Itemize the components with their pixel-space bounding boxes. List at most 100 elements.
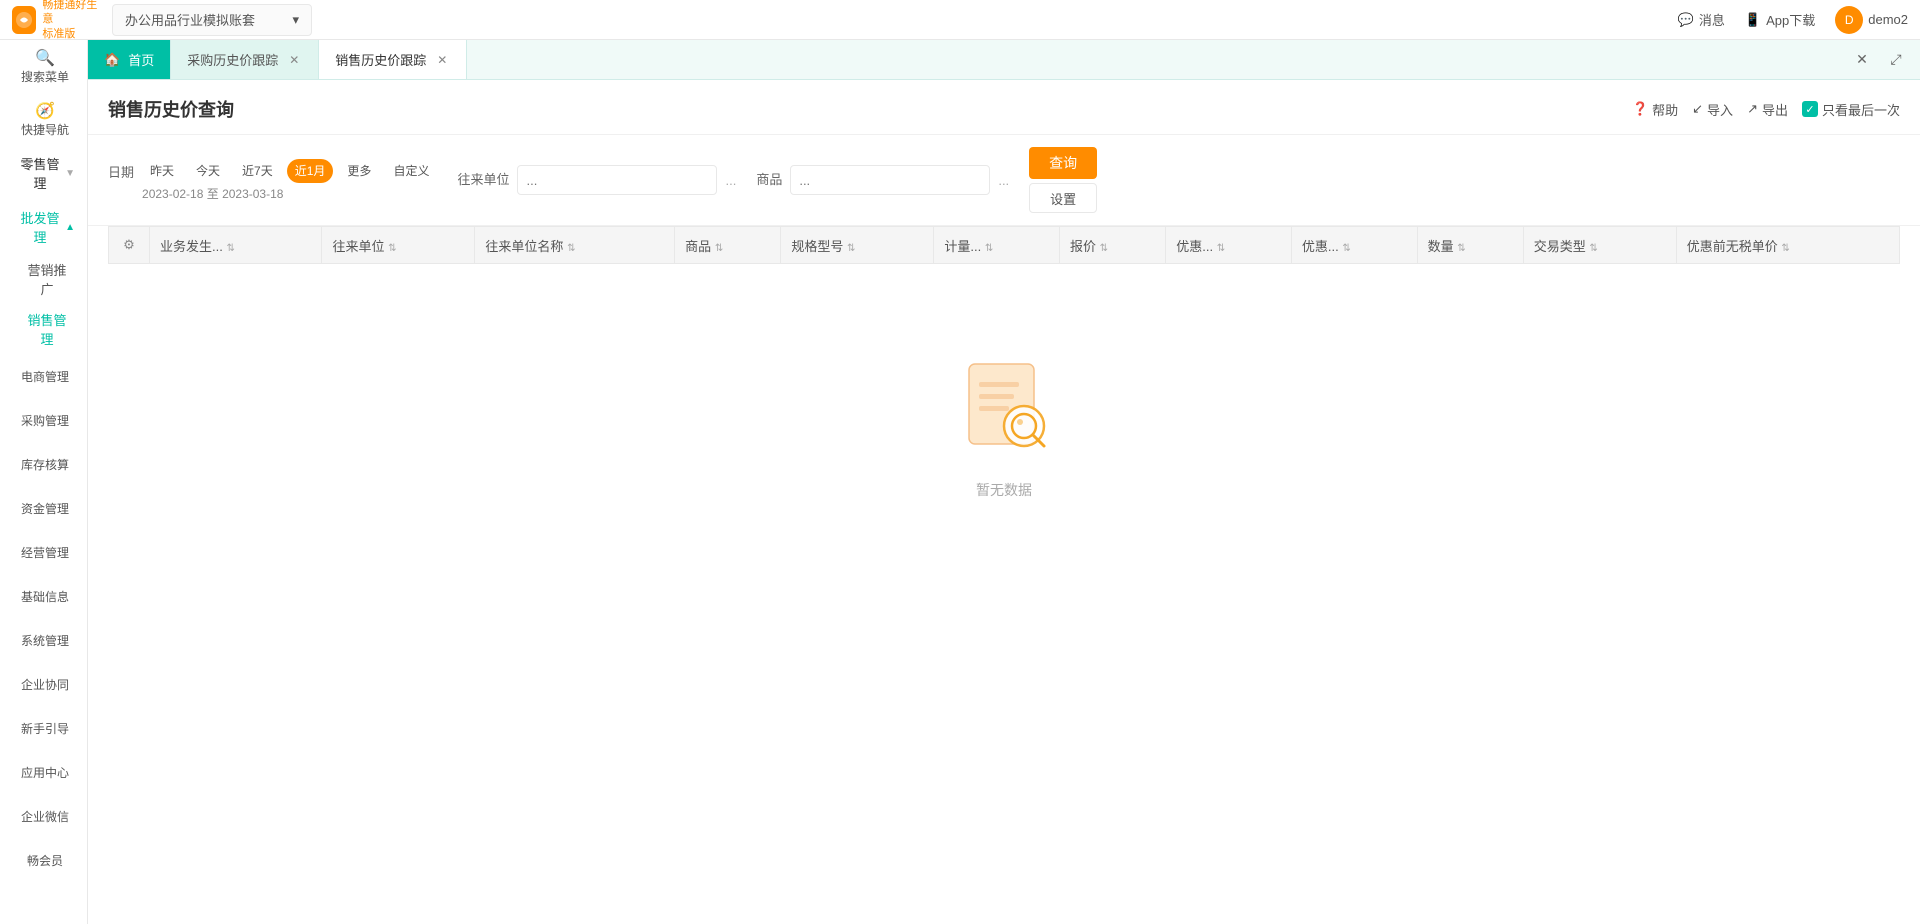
home-icon: 🏠 — [104, 52, 120, 68]
partner-input[interactable] — [517, 165, 717, 195]
logo-area: 畅捷通好生意 标准版 — [12, 0, 100, 41]
page-content: 销售历史价查询 ❓ 帮助 ↙ 导入 ↗ 导出 ✓ — [88, 80, 1920, 924]
table-header: ⚙ 业务发生... ⇅ 往来单位 ⇅ 往来单位名称 — [109, 227, 1900, 264]
settings-gear-icon[interactable]: ⚙ — [119, 235, 139, 255]
help-action[interactable]: ❓ 帮助 — [1632, 100, 1678, 119]
sidebar-item-guide[interactable]: 新手引导 — [0, 706, 87, 750]
goods-dots-icon[interactable]: ... — [998, 173, 1009, 188]
goods-input[interactable] — [790, 165, 990, 195]
sort-spec-icon: ⇅ — [847, 243, 855, 254]
app-download-action[interactable]: 📱 App下载 — [1745, 10, 1815, 29]
col-unit[interactable]: 计量... ⇅ — [934, 227, 1060, 264]
sort-quote-icon: ⇅ — [1100, 243, 1108, 254]
col-spec[interactable]: 规格型号 ⇅ — [781, 227, 934, 264]
message-action[interactable]: 💬 消息 — [1678, 10, 1725, 29]
sidebar-item-sales-mgmt[interactable]: 销售管理 — [0, 304, 87, 354]
col-biz-date[interactable]: 业务发生... ⇅ — [150, 227, 322, 264]
maximize-icon[interactable]: ⤢ — [1884, 48, 1908, 72]
col-discount2[interactable]: 优惠... ⇅ — [1291, 227, 1417, 264]
export-action[interactable]: ↗ 导出 — [1747, 100, 1788, 119]
tab-sales-history-close-icon[interactable]: ✕ — [434, 52, 450, 68]
sidebar: 🔍 搜索菜单 🧭 快捷导航 零售管理 ▼ 批发管理 ▲ 营销推广 销售管理 电商… — [0, 40, 88, 924]
help-icon: ❓ — [1632, 101, 1648, 117]
close-tab-icon[interactable]: ✕ — [1850, 48, 1874, 72]
tab-sales-history[interactable]: 销售历史价跟踪 ✕ — [319, 40, 467, 79]
query-button[interactable]: 查询 — [1029, 147, 1097, 179]
col-discount1[interactable]: 优惠... ⇅ — [1166, 227, 1292, 264]
sidebar-item-operations[interactable]: 经营管理 — [0, 530, 87, 574]
data-table: ⚙ 业务发生... ⇅ 往来单位 ⇅ 往来单位名称 — [108, 226, 1900, 264]
sidebar-item-cooperation[interactable]: 企业协同 — [0, 662, 87, 706]
sidebar-item-retail[interactable]: 零售管理 ▼ — [0, 146, 87, 200]
sort-partner-code-icon: ⇅ — [388, 243, 396, 254]
date-options: 昨天 今天 近7天 近1月 更多 自定义 2023-02-18 至 2023-0… — [142, 159, 437, 202]
empty-state-icon — [944, 344, 1064, 464]
sort-trade-type-icon: ⇅ — [1589, 243, 1597, 254]
sidebar-item-search[interactable]: 🔍 搜索菜单 — [0, 40, 87, 93]
user-action[interactable]: D demo2 — [1835, 6, 1908, 34]
col-goods[interactable]: 商品 ⇅ — [675, 227, 781, 264]
partner-dots-icon[interactable]: ... — [725, 173, 736, 188]
sidebar-item-marketing[interactable]: 营销推广 — [0, 254, 87, 304]
export-icon: ↗ — [1747, 101, 1758, 117]
sidebar-item-finance[interactable]: 资金管理 — [0, 486, 87, 530]
logo-icon — [12, 6, 36, 34]
date-opt-7days[interactable]: 近7天 — [234, 159, 281, 183]
workspace-label: 办公用品行业模拟账套 — [125, 10, 255, 29]
phone-icon: 📱 — [1745, 12, 1761, 28]
col-quantity[interactable]: 数量 ⇅ — [1417, 227, 1523, 264]
sort-no-tax-price-icon: ⇅ — [1781, 243, 1789, 254]
top-right-actions: 💬 消息 📱 App下载 D demo2 — [1678, 6, 1908, 34]
date-range-text: 2023-02-18 至 2023-03-18 — [142, 185, 437, 202]
import-icon: ↙ — [1692, 101, 1703, 117]
tab-purchase-history-close-icon[interactable]: ✕ — [286, 52, 302, 68]
content-area: 🏠 首页 采购历史价跟踪 ✕ 销售历史价跟踪 ✕ ✕ ⤢ 销售历史价查询 — [88, 40, 1920, 924]
checkbox-teal-icon: ✓ — [1802, 101, 1818, 117]
col-partner-code[interactable]: 往来单位 ⇅ — [322, 227, 475, 264]
avatar: D — [1835, 6, 1863, 34]
sidebar-item-basic-info[interactable]: 基础信息 — [0, 574, 87, 618]
goods-filter-group: 商品 ... — [756, 165, 1009, 195]
import-action[interactable]: ↙ 导入 — [1692, 100, 1733, 119]
sort-unit-icon: ⇅ — [985, 243, 993, 254]
compass-icon: 🧭 — [35, 101, 55, 121]
sidebar-item-shortcut[interactable]: 🧭 快捷导航 — [0, 93, 87, 146]
sort-partner-name-icon: ⇅ — [567, 243, 575, 254]
date-opt-today[interactable]: 今天 — [188, 159, 228, 183]
sort-quantity-icon: ⇅ — [1457, 243, 1465, 254]
date-options-row: 昨天 今天 近7天 近1月 更多 自定义 — [142, 159, 437, 183]
col-settings: ⚙ — [109, 227, 150, 264]
tab-purchase-history[interactable]: 采购历史价跟踪 ✕ — [171, 40, 319, 79]
sidebar-item-ecommerce[interactable]: 电商管理 — [0, 354, 87, 398]
page-header-actions: ❓ 帮助 ↙ 导入 ↗ 导出 ✓ 只看最后一次 — [1632, 100, 1900, 119]
sidebar-item-app-center[interactable]: 应用中心 — [0, 750, 87, 794]
retail-caret-icon: ▼ — [65, 168, 75, 179]
page-header: 销售历史价查询 ❓ 帮助 ↙ 导入 ↗ 导出 ✓ — [88, 80, 1920, 135]
col-partner-name[interactable]: 往来单位名称 ⇅ — [475, 227, 675, 264]
settings-button[interactable]: 设置 — [1029, 183, 1097, 213]
date-opt-yesterday[interactable]: 昨天 — [142, 159, 182, 183]
tab-home[interactable]: 🏠 首页 — [88, 40, 171, 79]
message-icon: 💬 — [1678, 12, 1694, 28]
sidebar-item-enterprise-wechat[interactable]: 企业微信 — [0, 794, 87, 838]
date-opt-custom[interactable]: 自定义 — [385, 159, 437, 183]
sidebar-item-inventory[interactable]: 库存核算 — [0, 442, 87, 486]
empty-text: 暂无数据 — [976, 480, 1032, 500]
sidebar-item-purchase[interactable]: 采购管理 — [0, 398, 87, 442]
sidebar-item-system[interactable]: 系统管理 — [0, 618, 87, 662]
date-opt-more[interactable]: 更多 — [339, 159, 379, 183]
logo-text: 畅捷通好生意 标准版 — [42, 0, 100, 41]
top-header: 畅捷通好生意 标准版 办公用品行业模拟账套 ▾ 💬 消息 📱 App下载 D d… — [0, 0, 1920, 40]
sort-biz-date-icon: ⇅ — [226, 243, 234, 254]
workspace-selector[interactable]: 办公用品行业模拟账套 ▾ — [112, 4, 312, 36]
col-quote[interactable]: 报价 ⇅ — [1060, 227, 1166, 264]
date-label: 日期 — [108, 159, 134, 187]
col-no-tax-price[interactable]: 优惠前无税单价 ⇅ — [1676, 227, 1899, 264]
sidebar-item-wholesale[interactable]: 批发管理 ▲ — [0, 200, 87, 254]
tab-bar: 🏠 首页 采购历史价跟踪 ✕ 销售历史价跟踪 ✕ ✕ ⤢ — [88, 40, 1920, 80]
goods-label: 商品 — [756, 166, 782, 194]
col-trade-type[interactable]: 交易类型 ⇅ — [1523, 227, 1676, 264]
date-opt-1month[interactable]: 近1月 — [287, 159, 334, 183]
sidebar-item-member[interactable]: 畅会员 — [0, 838, 87, 882]
only-last-checkbox[interactable]: ✓ 只看最后一次 — [1802, 100, 1900, 119]
